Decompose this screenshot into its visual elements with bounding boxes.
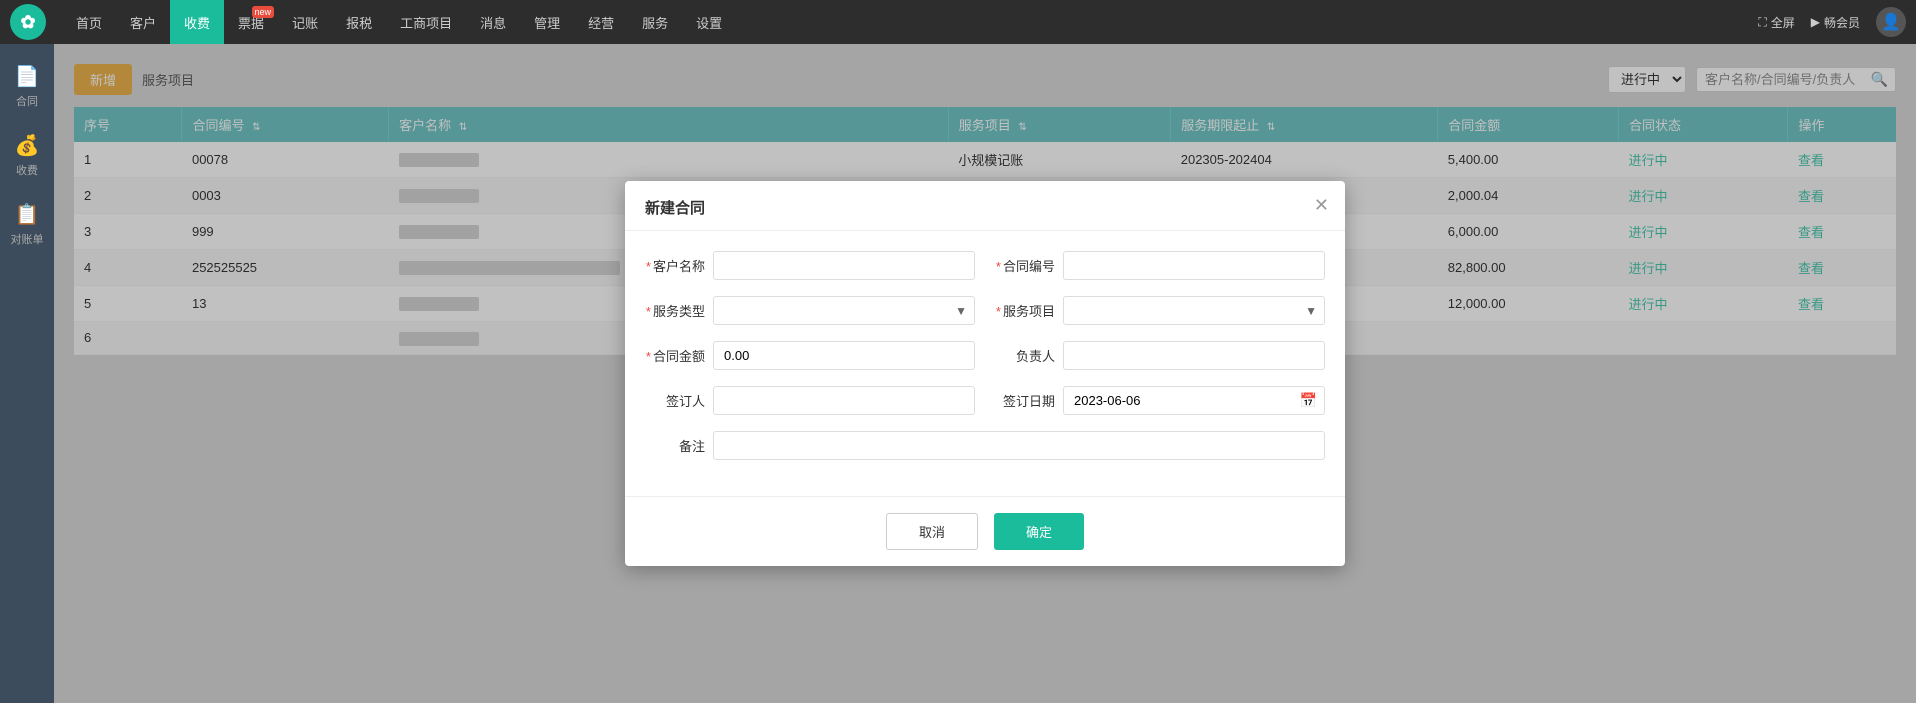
modal-title: 新建合同 [645,200,705,217]
nav-tax[interactable]: 报税 [332,0,386,44]
service-item-label: *服务项目 [995,301,1055,320]
new-contract-modal: 新建合同 ✕ *客户名称 *合同编号 [625,181,1345,566]
nav-bookkeeping[interactable]: 记账 [278,0,332,44]
avatar[interactable]: 👤 [1876,7,1906,37]
modal-overlay: 新建合同 ✕ *客户名称 *合同编号 [54,44,1916,703]
form-row-4: 签订人 签订日期 📅 [645,386,1325,415]
customer-name-input[interactable] [713,251,975,280]
modal-header: 新建合同 ✕ [625,181,1345,231]
sidebar-item-contract[interactable]: 📄 合同 [0,54,54,119]
form-row-2: *服务类型 ▼ *服务项目 [645,296,1325,325]
modal-close-button[interactable]: ✕ [1314,195,1329,216]
fullscreen-button[interactable]: ⛶ 全屏 [1758,14,1794,31]
modal-footer: 取消 确定 [625,496,1345,566]
top-nav: ✿ 首页 客户 收费 票据 new 记账 报税 工商项目 消息 管理 经营 服务… [0,0,1916,44]
sidebar-item-fees[interactable]: 💰 收费 [0,123,54,188]
nav-fees[interactable]: 收费 [170,0,224,44]
sidebar-item-reconciliation[interactable]: 📋 对账单 [0,192,54,257]
sign-date-field: 签订日期 📅 [995,386,1325,415]
sign-date-label: 签订日期 [995,391,1055,410]
responsible-label: 负责人 [995,346,1055,365]
service-item-select[interactable] [1063,296,1325,325]
remarks-field: 备注 [645,431,1325,460]
contract-icon: 📄 [15,64,40,89]
remarks-input[interactable] [713,431,1325,460]
signer-input[interactable] [713,386,975,415]
service-item-select-wrap: ▼ [1063,296,1325,325]
form-row-3: *合同金额 负责人 [645,341,1325,370]
confirm-button[interactable]: 确定 [994,513,1084,550]
contract-no-field: *合同编号 [995,251,1325,280]
new-badge: new [252,6,275,18]
contract-amount-label: *合同金额 [645,346,705,365]
fullscreen-icon: ⛶ [1758,15,1766,30]
reconciliation-icon: 📋 [15,202,40,227]
app-logo[interactable]: ✿ [10,4,46,40]
member-button[interactable]: ▶ 畅会员 [1811,14,1860,31]
service-type-select[interactable] [713,296,975,325]
remarks-label: 备注 [645,436,705,455]
signer-label: 签订人 [645,391,705,410]
contract-no-input[interactable] [1063,251,1325,280]
sign-date-wrap: 📅 [1063,386,1325,415]
main-layout: 📄 合同 💰 收费 📋 对账单 新增 服务项目 进行中 已完成 已终止 🔍 [0,44,1916,703]
nav-service[interactable]: 服务 [628,0,682,44]
nav-right: ⛶ 全屏 ▶ 畅会员 👤 [1758,7,1906,37]
service-item-field: *服务项目 ▼ [995,296,1325,325]
responsible-input[interactable] [1063,341,1325,370]
contract-amount-field: *合同金额 [645,341,975,370]
nav-settings[interactable]: 设置 [682,0,736,44]
customer-name-field: *客户名称 [645,251,975,280]
nav-customer[interactable]: 客户 [116,0,170,44]
calendar-icon[interactable]: 📅 [1300,392,1317,409]
responsible-field: 负责人 [995,341,1325,370]
nav-items: 首页 客户 收费 票据 new 记账 报税 工商项目 消息 管理 经营 服务 设… [62,0,1758,44]
member-icon: ▶ [1811,15,1820,29]
nav-operation[interactable]: 经营 [574,0,628,44]
form-row-5: 备注 [645,431,1325,460]
fees-icon: 💰 [15,133,40,158]
nav-message[interactable]: 消息 [466,0,520,44]
service-type-label: *服务类型 [645,301,705,320]
form-row-1: *客户名称 *合同编号 [645,251,1325,280]
customer-name-label: *客户名称 [645,256,705,275]
nav-business[interactable]: 工商项目 [386,0,466,44]
service-type-select-wrap: ▼ [713,296,975,325]
service-type-field: *服务类型 ▼ [645,296,975,325]
nav-bills[interactable]: 票据 new [224,0,278,44]
sign-date-input[interactable] [1063,386,1325,415]
cancel-button[interactable]: 取消 [886,513,978,550]
contract-no-label: *合同编号 [995,256,1055,275]
contract-amount-input[interactable] [713,341,975,370]
modal-body: *客户名称 *合同编号 [625,231,1345,496]
sidebar: 📄 合同 💰 收费 📋 对账单 [0,44,54,703]
nav-home[interactable]: 首页 [62,0,116,44]
content-area: 新增 服务项目 进行中 已完成 已终止 🔍 序号 合同编号 ⇅ [54,44,1916,703]
signer-field: 签订人 [645,386,975,415]
nav-manage[interactable]: 管理 [520,0,574,44]
